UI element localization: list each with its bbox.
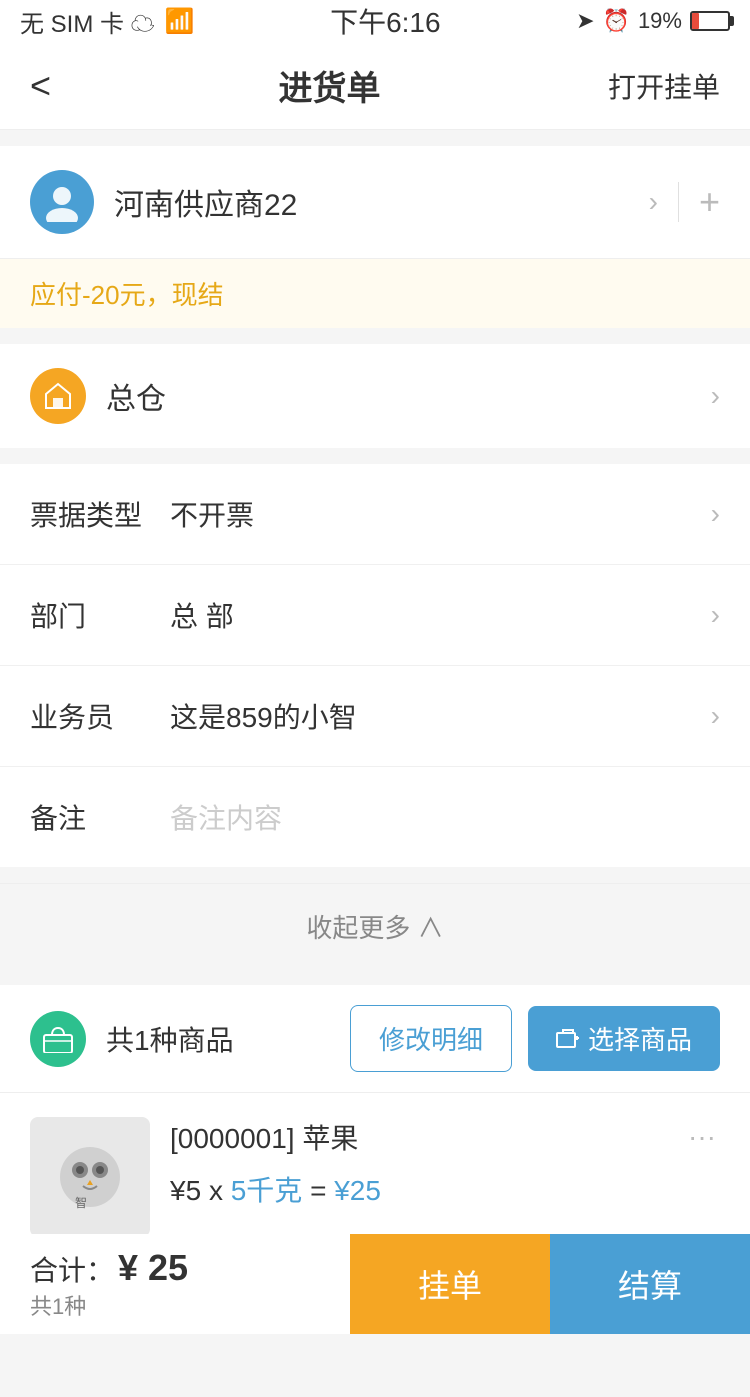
warehouse-card: 总仓 › bbox=[0, 344, 750, 448]
product-count: 共1种商品 bbox=[106, 1019, 350, 1059]
department-row[interactable]: 部门 总 部 › bbox=[0, 565, 750, 666]
edit-detail-button[interactable]: 修改明细 bbox=[350, 1005, 512, 1072]
main-content: 河南供应商22 › + 应付-20元，现结 总仓 › 票据类型 不开票 › bbox=[0, 146, 750, 1397]
department-chevron-icon: › bbox=[711, 599, 720, 631]
product-info: [0000001] 苹果 ¥5 x 5千克 = ¥25 bbox=[170, 1117, 664, 1209]
collapse-button[interactable]: 收起更多 ∧ bbox=[0, 883, 750, 969]
nav-bar: < 进货单 打开挂单 bbox=[0, 42, 750, 130]
notice-bar: 应付-20元，现结 bbox=[0, 259, 750, 328]
form-card: 票据类型 不开票 › 部门 总 部 › 业务员 这是859的小智 › 备注 备注… bbox=[0, 464, 750, 867]
remark-row[interactable]: 备注 备注内容 bbox=[0, 767, 750, 867]
wifi-icon: 📶 bbox=[165, 7, 195, 36]
divider bbox=[678, 182, 679, 222]
invoice-type-label: 票据类型 bbox=[30, 494, 150, 534]
page-title: 进货单 bbox=[279, 61, 381, 110]
product-price: ¥5 x 5千克 = ¥25 bbox=[170, 1169, 664, 1209]
status-right: ➤ ⏰ 19% bbox=[576, 8, 730, 34]
total-section: 合计： ¥ 25 共1种 bbox=[0, 1234, 350, 1334]
warehouse-chevron-icon: › bbox=[711, 380, 720, 412]
select-product-button[interactable]: 选择商品 bbox=[528, 1006, 720, 1071]
open-hang-button[interactable]: 打开挂单 bbox=[608, 66, 720, 106]
supplier-row[interactable]: 河南供应商22 › + bbox=[0, 146, 750, 259]
add-button[interactable]: + bbox=[699, 181, 720, 223]
select-product-label: 选择商品 bbox=[588, 1020, 692, 1057]
warehouse-row[interactable]: 总仓 › bbox=[0, 344, 750, 448]
battery-icon bbox=[690, 11, 730, 31]
cart-icon bbox=[556, 1029, 580, 1049]
salesperson-value: 这是859的小智 bbox=[150, 696, 711, 736]
department-label: 部门 bbox=[30, 595, 150, 635]
sim-label: 无 SIM 卡 ☁ bbox=[20, 4, 155, 39]
remark-input[interactable]: 备注内容 bbox=[150, 797, 720, 837]
product-thumbnail: 智 bbox=[30, 1117, 150, 1237]
salesperson-chevron-icon: › bbox=[711, 700, 720, 732]
supplier-chevron-icon: › bbox=[649, 186, 658, 218]
checkout-button[interactable]: 结算 bbox=[550, 1234, 750, 1334]
invoice-chevron-icon: › bbox=[711, 498, 720, 530]
salesperson-row[interactable]: 业务员 这是859的小智 › bbox=[0, 666, 750, 767]
product-name: [0000001] 苹果 bbox=[170, 1117, 664, 1157]
owl-logo: 智 bbox=[55, 1142, 125, 1212]
invoice-type-row[interactable]: 票据类型 不开票 › bbox=[0, 464, 750, 565]
remark-label: 备注 bbox=[30, 797, 150, 837]
invoice-type-value: 不开票 bbox=[150, 494, 711, 534]
salesperson-label: 业务员 bbox=[30, 696, 150, 736]
supplier-name: 河南供应商22 bbox=[114, 180, 649, 224]
home-icon bbox=[42, 380, 74, 412]
status-time: 下午6:16 bbox=[330, 1, 441, 41]
department-value: 总 部 bbox=[150, 595, 711, 635]
bag-icon bbox=[42, 1025, 74, 1053]
product-more-button[interactable]: ··· bbox=[684, 1117, 720, 1157]
product-card: 共1种商品 修改明细 选择商品 bbox=[0, 985, 750, 1261]
product-header: 共1种商品 修改明细 选择商品 bbox=[0, 985, 750, 1093]
battery-label: 19% bbox=[638, 8, 682, 34]
total-label: 合计： bbox=[30, 1249, 114, 1289]
bottom-bar: 合计： ¥ 25 共1种 挂单 结算 bbox=[0, 1234, 750, 1334]
person-icon bbox=[42, 182, 82, 222]
supplier-avatar bbox=[30, 170, 94, 234]
svg-text:智: 智 bbox=[75, 1195, 87, 1210]
supplier-card: 河南供应商22 › + 应付-20元，现结 bbox=[0, 146, 750, 328]
product-icon bbox=[30, 1011, 86, 1067]
total-count: 共1种 bbox=[30, 1289, 320, 1321]
location-icon: ➤ bbox=[576, 8, 594, 34]
warehouse-name: 总仓 bbox=[106, 374, 711, 418]
status-left: 无 SIM 卡 ☁ 📶 bbox=[20, 4, 195, 39]
back-button[interactable]: < bbox=[30, 65, 51, 107]
total-amount: ¥ 25 bbox=[118, 1247, 188, 1289]
alarm-icon: ⏰ bbox=[603, 8, 630, 34]
warehouse-icon bbox=[30, 368, 86, 424]
status-bar: 无 SIM 卡 ☁ 📶 下午6:16 ➤ ⏰ 19% bbox=[0, 0, 750, 42]
hang-button[interactable]: 挂单 bbox=[350, 1234, 550, 1334]
